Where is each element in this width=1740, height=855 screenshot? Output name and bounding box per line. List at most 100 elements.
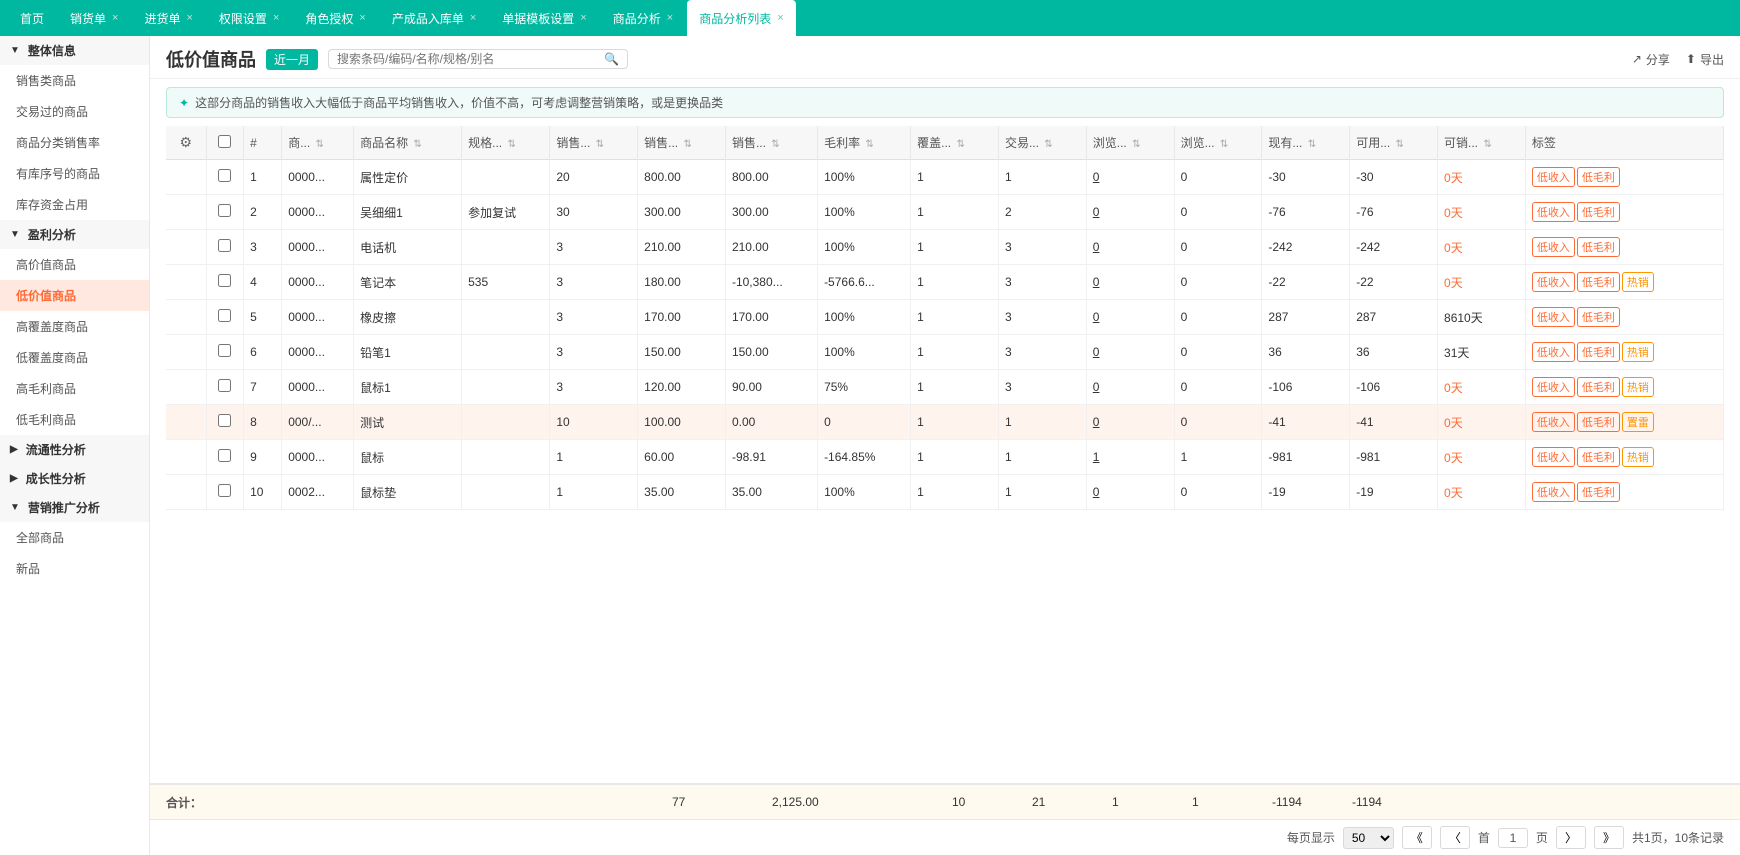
row-checkbox[interactable] [218,309,231,322]
export-button[interactable]: ⬆ 导出 [1686,51,1724,68]
close-icon[interactable]: × [777,12,783,24]
cell-gross-rate: 100% [818,230,911,265]
footer-values: 77 2,125.00 10 21 1 1 -1194 -1194 [386,795,1724,809]
sidebar-item-sales-products[interactable]: 销售类商品 [0,65,149,96]
views1-link[interactable]: 0 [1093,415,1100,429]
row-checkbox[interactable] [218,449,231,462]
row-checkbox[interactable] [218,204,231,217]
last-page-button[interactable]: 》 [1594,826,1624,849]
views1-link[interactable]: 0 [1093,485,1100,499]
cell-current-stock: -22 [1262,265,1350,300]
cell-spec [462,160,550,195]
views1-link[interactable]: 0 [1093,205,1100,219]
cell-checkbox [206,265,244,300]
cell-tags: 低收入低毛利 [1525,160,1723,195]
nav-template-settings[interactable]: 单据模板设置 × [490,0,598,36]
cell-settings [166,160,206,195]
first-page-button[interactable]: 《 [1402,826,1432,849]
column-gross-rate[interactable]: 毛利率 ⇅ [818,126,911,160]
sidebar-item-high-coverage[interactable]: 高覆盖度商品 [0,311,149,342]
views1-link[interactable]: 0 [1093,275,1100,289]
sidebar-item-category-sales-rate[interactable]: 商品分类销售率 [0,127,149,158]
nav-home[interactable]: 首页 [8,0,56,36]
sidebar-item-stock-funds[interactable]: 库存资金占用 [0,189,149,220]
column-views1[interactable]: 浏览... ⇅ [1086,126,1174,160]
next-page-button[interactable]: 〉 [1556,826,1586,849]
cell-transactions: 3 [998,300,1086,335]
column-spec[interactable]: 规格... ⇅ [462,126,550,160]
views1-link[interactable]: 0 [1093,310,1100,324]
column-transactions[interactable]: 交易... ⇅ [998,126,1086,160]
nav-purchase-order[interactable]: 进货单 × [132,0,204,36]
close-icon[interactable]: × [112,12,118,24]
nav-role-auth[interactable]: 角色授权 × [293,0,377,36]
row-checkbox[interactable] [218,274,231,287]
cell-views2: 0 [1174,370,1262,405]
sidebar-group-circulation[interactable]: ▶ 流通性分析 [0,435,149,464]
search-icon[interactable]: 🔍 [604,52,619,66]
column-code[interactable]: 商... ⇅ [282,126,354,160]
nav-product-analysis-list[interactable]: 商品分析列表 × [687,0,795,36]
select-all-checkbox[interactable] [218,135,231,148]
column-sales-qty[interactable]: 销售... ⇅ [550,126,638,160]
nav-permissions[interactable]: 权限设置 × [207,0,291,36]
search-input[interactable] [337,52,598,66]
row-checkbox[interactable] [218,484,231,497]
column-coverage[interactable]: 覆盖... ⇅ [911,126,999,160]
sidebar-item-stock-products[interactable]: 有库序号的商品 [0,158,149,189]
column-sales-cost[interactable]: 销售... ⇅ [725,126,817,160]
sidebar-item-low-margin[interactable]: 低毛利商品 [0,404,149,435]
sidebar-item-traded-products[interactable]: 交易过的商品 [0,96,149,127]
sidebar-item-low-value[interactable]: 低价值商品 [0,280,149,311]
cell-sales-cost: -10,380... [725,265,817,300]
per-page-select[interactable]: 50 100 200 [1343,827,1394,849]
nav-sales-order[interactable]: 销货单 × [58,0,130,36]
cell-gross-rate: 100% [818,335,911,370]
column-saleable[interactable]: 可销... ⇅ [1438,126,1526,160]
cell-views1: 0 [1086,160,1174,195]
sidebar-item-new-products[interactable]: 新品 [0,553,149,584]
close-icon[interactable]: × [186,12,192,24]
views1-link[interactable]: 0 [1093,345,1100,359]
row-checkbox[interactable] [218,414,231,427]
cell-name: 笔记本 [354,265,462,300]
close-icon[interactable]: × [359,12,365,24]
row-checkbox[interactable] [218,169,231,182]
sidebar-group-growth[interactable]: ▶ 成长性分析 [0,464,149,493]
sidebar-group-profit[interactable]: ▼ 盈利分析 [0,220,149,249]
gear-icon[interactable]: ⚙ [179,134,192,150]
views1-link[interactable]: 0 [1093,170,1100,184]
column-sales-amount[interactable]: 销售... ⇅ [638,126,726,160]
column-current-stock[interactable]: 现有... ⇅ [1262,126,1350,160]
row-checkbox[interactable] [218,344,231,357]
views1-link[interactable]: 0 [1093,380,1100,394]
footer-sales-qty: 77 [666,795,766,809]
share-button[interactable]: ↗ 分享 [1632,51,1670,68]
prev-page-button[interactable]: 〈 [1440,826,1470,849]
close-icon[interactable]: × [470,12,476,24]
nav-product-storage[interactable]: 产成品入库单 × [380,0,488,36]
sidebar-item-low-coverage[interactable]: 低覆盖度商品 [0,342,149,373]
row-checkbox[interactable] [218,239,231,252]
sidebar-item-all-products[interactable]: 全部商品 [0,522,149,553]
column-available[interactable]: 可用... ⇅ [1350,126,1438,160]
close-icon[interactable]: × [667,12,673,24]
cell-saleable: 0天 [1438,405,1526,440]
column-name[interactable]: 商品名称 ⇅ [354,126,462,160]
column-views2[interactable]: 浏览... ⇅ [1174,126,1262,160]
views1-link[interactable]: 0 [1093,240,1100,254]
cell-sales-qty: 1 [550,440,638,475]
cell-views1: 0 [1086,265,1174,300]
nav-product-analysis[interactable]: 商品分析 × [601,0,685,36]
sidebar-group-marketing[interactable]: ▼ 营销推广分析 [0,493,149,522]
close-icon[interactable]: × [273,12,279,24]
close-icon[interactable]: × [580,12,586,24]
sidebar-group-overall[interactable]: ▼ 整体信息 [0,36,149,65]
sidebar-item-high-margin[interactable]: 高毛利商品 [0,373,149,404]
total-info: 共1页，10条记录 [1632,829,1724,846]
sidebar-item-high-value[interactable]: 高价值商品 [0,249,149,280]
row-checkbox[interactable] [218,379,231,392]
filter-tag-button[interactable]: 近一月 [266,49,318,70]
column-settings[interactable]: ⚙ [166,126,206,160]
views1-link[interactable]: 1 [1093,450,1100,464]
